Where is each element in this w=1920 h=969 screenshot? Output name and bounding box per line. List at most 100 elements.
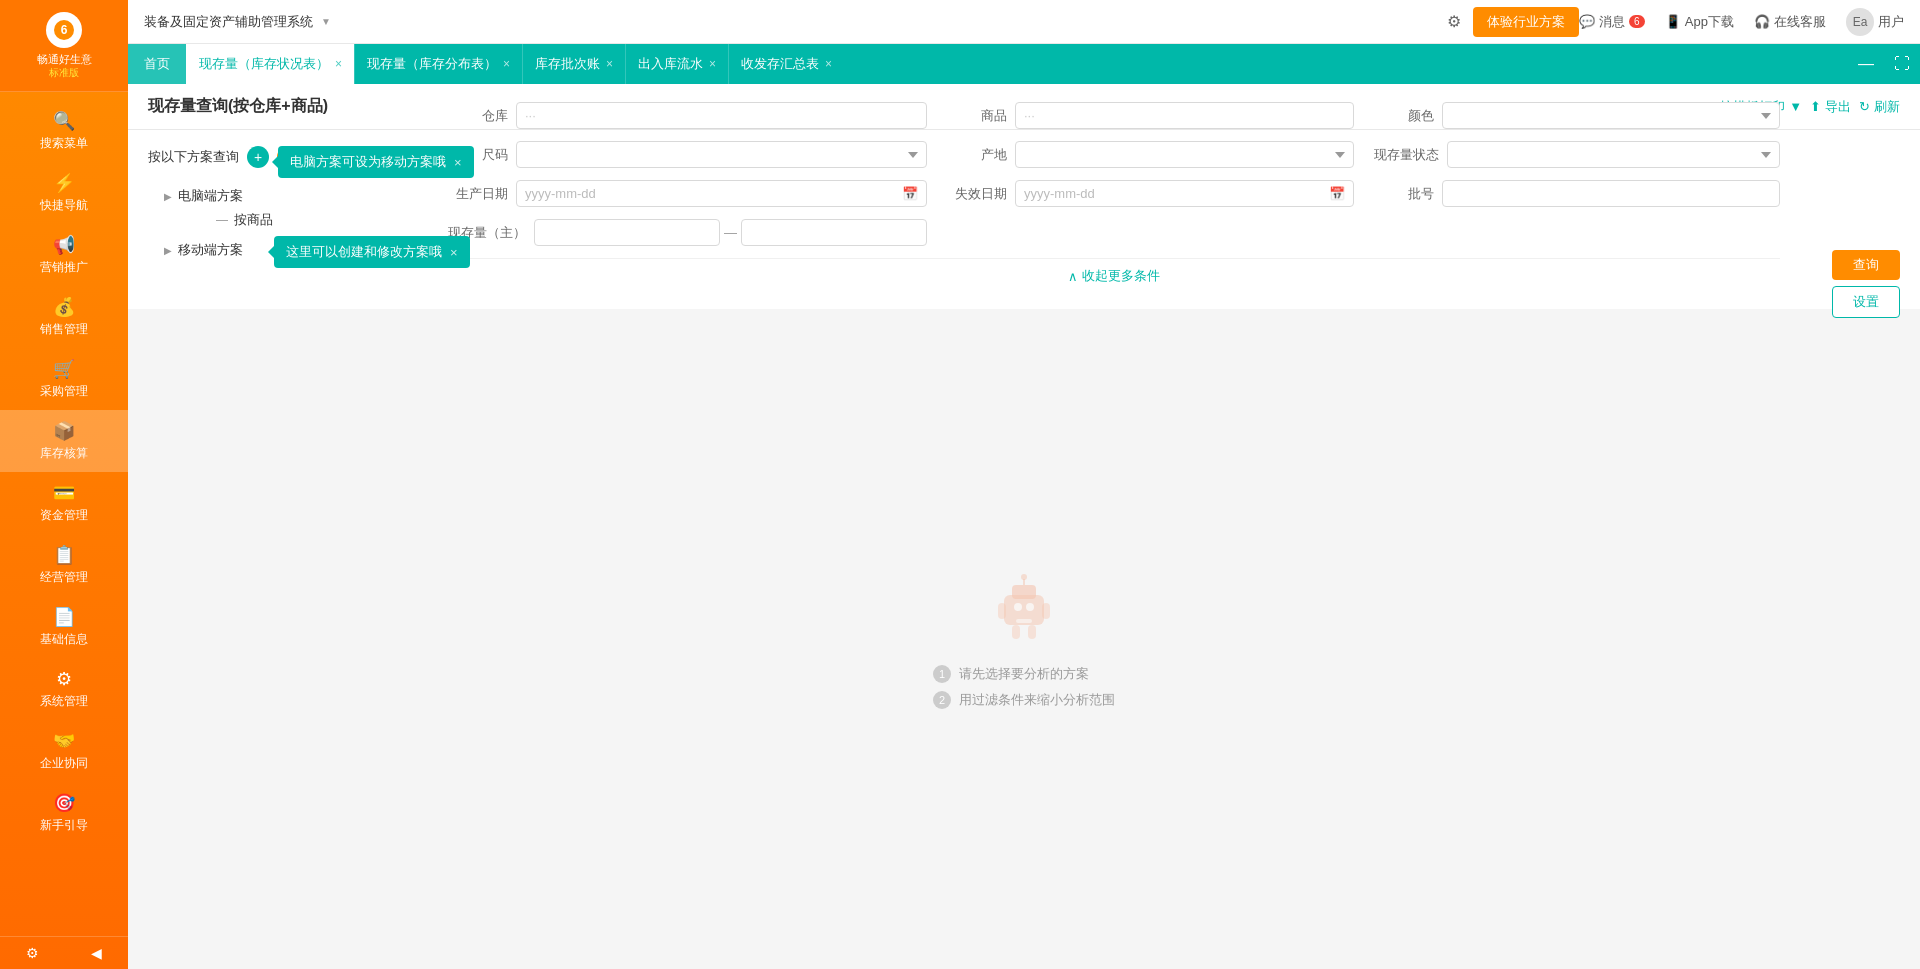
sidebar-collapse-btn[interactable]: ◀ xyxy=(64,945,128,961)
marketing-icon: 📢 xyxy=(53,234,75,256)
chevron-up-icon: ∧ xyxy=(1068,269,1078,284)
tab-inventory-status[interactable]: 现存量（库存状况表） × xyxy=(186,44,354,84)
inventory-icon: 📦 xyxy=(53,420,75,442)
search-area: 按以下方案查询 + ✎ ← 电脑方案可设为移动方案哦 × ▶ 电脑端方案 xyxy=(128,130,1920,309)
tab-maximize-btn[interactable]: ⛶ xyxy=(1884,44,1920,84)
sidebar-nav: 🔍 搜索菜单 ⚡ 快捷导航 📢 营销推广 💰 销售管理 🛒 采购管理 📦 库存核… xyxy=(0,92,128,936)
add-scheme-btn[interactable]: + xyxy=(247,146,269,168)
search-grid-row1: 仓库 ··· 商品 ··· 颜色 xyxy=(448,102,1780,246)
search-label: 按以下方案查询 xyxy=(148,148,239,166)
product-label: 商品 xyxy=(947,107,1007,125)
settings-icon[interactable]: ⚙ xyxy=(1447,12,1461,31)
message-icon: 💬 xyxy=(1579,14,1595,29)
collapse-btn[interactable]: ∧ 收起更多条件 xyxy=(448,258,1780,293)
app-download-btn[interactable]: 📱 App下载 xyxy=(1665,13,1734,31)
sidebar-logo: 6 畅通好生意 标准版 xyxy=(0,0,128,92)
sidebar-footer: ⚙ ◀ xyxy=(0,936,128,969)
warehouse-input[interactable]: ··· xyxy=(516,102,927,129)
sidebar-item-guide[interactable]: 🎯 新手引导 xyxy=(0,782,128,844)
sidebar-item-system[interactable]: ⚙ 系统管理 xyxy=(0,658,128,720)
scheme-popup-2: 这里可以创建和修改方案哦 × xyxy=(274,236,470,268)
svg-rect-6 xyxy=(1016,619,1032,623)
svg-rect-3 xyxy=(1012,585,1036,599)
product-input[interactable]: ··· xyxy=(1015,102,1354,129)
exp-date-label: 失效日期 xyxy=(947,185,1007,203)
headset-icon: 🎧 xyxy=(1754,14,1770,29)
sidebar-item-inventory[interactable]: 📦 库存核算 xyxy=(0,410,128,472)
scheme-popup-close[interactable]: × xyxy=(454,155,462,170)
sidebar-item-finance[interactable]: 💳 资金管理 xyxy=(0,472,128,534)
finance-icon: 💳 xyxy=(53,482,75,504)
color-select[interactable] xyxy=(1442,102,1781,129)
message-btn[interactable]: 💬 消息 6 xyxy=(1579,13,1645,31)
svg-rect-8 xyxy=(1042,603,1050,619)
sidebar-item-marketing[interactable]: 📢 营销推广 xyxy=(0,224,128,286)
tab-close-2[interactable]: × xyxy=(503,57,510,71)
sidebar-item-operations[interactable]: 📋 经营管理 xyxy=(0,534,128,596)
tab-batch-ledger[interactable]: 库存批次账 × xyxy=(522,44,625,84)
tab-close-3[interactable]: × xyxy=(606,57,613,71)
sidebar-item-basic[interactable]: 📄 基础信息 xyxy=(0,596,128,658)
popup2-arrow xyxy=(268,246,274,258)
empty-tips: 1 请先选择要分析的方案 2 用过滤条件来缩小分析范围 xyxy=(933,661,1115,713)
experience-btn[interactable]: 体验行业方案 xyxy=(1473,7,1579,37)
online-support-btn[interactable]: 🎧 在线客服 xyxy=(1754,13,1826,31)
warehouse-dots: ··· xyxy=(525,108,536,123)
system-dropdown-arrow[interactable]: ▼ xyxy=(321,16,331,27)
scheme-popup2-close[interactable]: × xyxy=(450,245,458,260)
svg-rect-10 xyxy=(1028,625,1036,639)
svg-point-12 xyxy=(1021,574,1027,580)
message-badge: 6 xyxy=(1629,15,1645,28)
tab-inventory-distribution[interactable]: 现存量（库存分布表） × xyxy=(354,44,522,84)
tip-num-2: 2 xyxy=(933,691,951,709)
mfg-date-field: 生产日期 yyyy-mm-dd 📅 xyxy=(448,180,927,207)
svg-text:6: 6 xyxy=(61,23,68,37)
exp-date-input[interactable]: yyyy-mm-dd 📅 xyxy=(1015,180,1354,207)
sidebar-settings-btn[interactable]: ⚙ xyxy=(0,945,64,961)
topbar-right: 💬 消息 6 📱 App下载 🎧 在线客服 Ea 用户 xyxy=(1579,8,1904,36)
svg-rect-7 xyxy=(998,603,1006,619)
reset-btn[interactable]: 设置 xyxy=(1832,286,1900,318)
search-actions: 查询 设置 xyxy=(1832,250,1900,318)
sub-item-dash: — xyxy=(216,213,228,227)
tip-num-1: 1 xyxy=(933,665,951,683)
sidebar-item-enterprise[interactable]: 🤝 企业协同 xyxy=(0,720,128,782)
sidebar-item-search-menu[interactable]: 🔍 搜索菜单 xyxy=(0,100,128,162)
user-menu[interactable]: Ea 用户 xyxy=(1846,8,1904,36)
tab-close-5[interactable]: × xyxy=(825,57,832,71)
content-area: 现存量查询(按仓库+商品) 🖨 按模板打印 ▼ ⬆ 导出 ↻ 刷新 xyxy=(128,84,1920,969)
mfg-date-input[interactable]: yyyy-mm-dd 📅 xyxy=(516,180,927,207)
sidebar-item-quick-nav[interactable]: ⚡ 快捷导航 xyxy=(0,162,128,224)
logo-icon: 6 xyxy=(46,12,82,48)
page-title: 现存量查询(按仓库+商品) xyxy=(148,96,328,117)
batch-label: 批号 xyxy=(1374,185,1434,203)
product-dots: ··· xyxy=(1024,108,1035,123)
tab-home[interactable]: 首页 xyxy=(128,44,186,84)
tab-in-out-flow[interactable]: 出入库流水 × xyxy=(625,44,728,84)
tip-1: 1 请先选择要分析的方案 xyxy=(933,661,1115,687)
main-area: 装备及固定资产辅助管理系统 ▼ ⚙ 体验行业方案 💬 消息 6 📱 App下载 … xyxy=(128,0,1920,969)
search-form: 仓库 ··· 商品 ··· 颜色 xyxy=(448,102,1900,293)
tab-window-actions: — ⛶ xyxy=(1848,44,1920,84)
logo-text: 畅通好生意 标准版 xyxy=(37,52,92,79)
sidebar-item-sales[interactable]: 💰 销售管理 xyxy=(0,286,128,348)
sidebar-item-purchase[interactable]: 🛒 采购管理 xyxy=(0,348,128,410)
tab-minimize-btn[interactable]: — xyxy=(1848,44,1884,84)
purchase-icon: 🛒 xyxy=(53,358,75,380)
tab-receipt-summary[interactable]: 收发存汇总表 × xyxy=(728,44,844,84)
color-label: 颜色 xyxy=(1374,107,1434,125)
scheme-popup: 电脑方案可设为移动方案哦 × xyxy=(278,146,474,178)
tab-close-4[interactable]: × xyxy=(709,57,716,71)
tab-close-1[interactable]: × xyxy=(335,57,342,71)
guide-icon: 🎯 xyxy=(53,792,75,814)
query-btn[interactable]: 查询 xyxy=(1832,250,1900,280)
product-field: 商品 ··· xyxy=(947,102,1354,129)
tabbar: 首页 现存量（库存状况表） × 现存量（库存分布表） × 库存批次账 × 出入库… xyxy=(128,44,1920,84)
svg-point-5 xyxy=(1026,603,1034,611)
enterprise-icon: 🤝 xyxy=(53,730,75,752)
system-icon: ⚙ xyxy=(56,668,72,690)
svg-point-4 xyxy=(1014,603,1022,611)
system-name: 装备及固定资产辅助管理系统 ▼ xyxy=(144,13,1447,31)
batch-input[interactable] xyxy=(1442,180,1781,207)
tip-2: 2 用过滤条件来缩小分析范围 xyxy=(933,687,1115,713)
